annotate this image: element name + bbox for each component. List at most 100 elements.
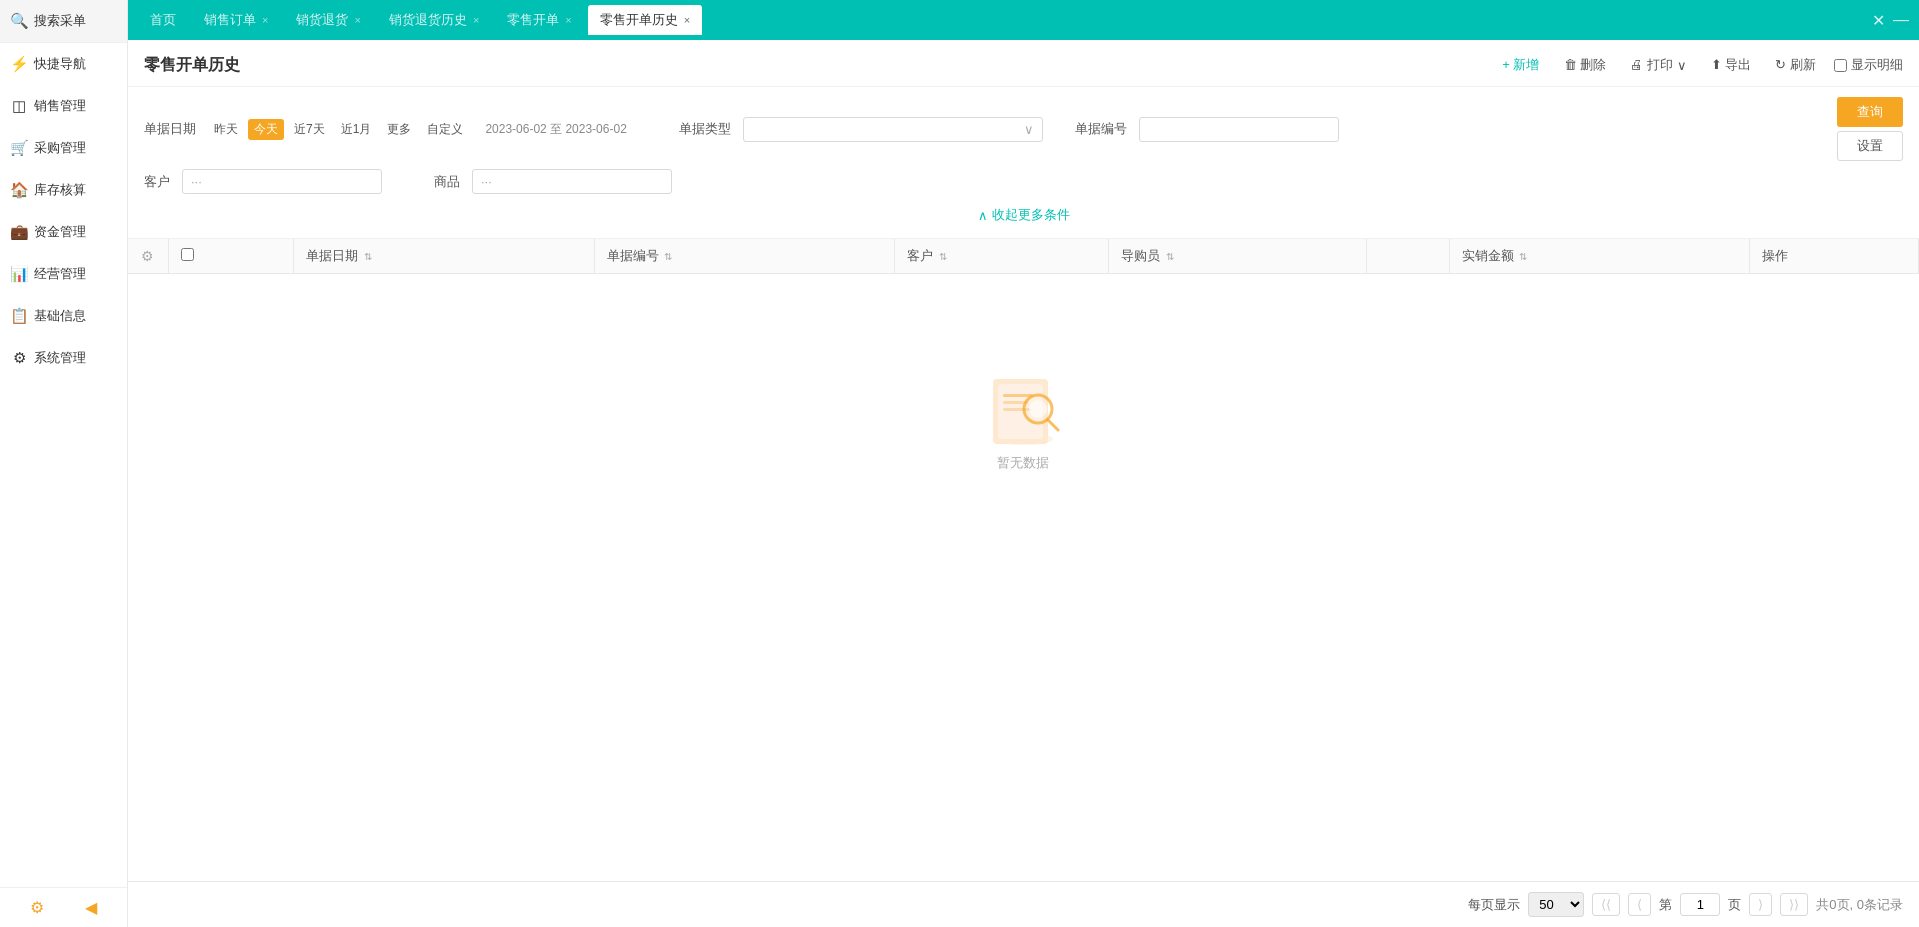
- col-salesperson-sort[interactable]: ⇅: [1166, 251, 1174, 262]
- next-page-btn[interactable]: ⟩: [1749, 893, 1772, 916]
- collapse-label: 收起更多条件: [992, 206, 1070, 224]
- query-button[interactable]: 查询: [1837, 97, 1903, 127]
- date-btn-more[interactable]: 更多: [381, 119, 417, 140]
- tab-sales-order[interactable]: 销售订单 ×: [192, 5, 280, 35]
- date-btn-custom[interactable]: 自定义: [421, 119, 469, 140]
- date-btn-today[interactable]: 今天: [248, 119, 284, 140]
- sidebar-item-label: 经营管理: [34, 265, 86, 283]
- export-button[interactable]: ⬆ 导出: [1705, 52, 1758, 78]
- goods-select[interactable]: ···: [472, 169, 672, 194]
- col-amount-label: 实销金额: [1462, 248, 1514, 263]
- col-salesperson-label: 导购员: [1121, 248, 1160, 263]
- page-number-input[interactable]: 1: [1680, 893, 1720, 916]
- customer-filter-label: 客户: [144, 173, 170, 191]
- table-body: 暂无数据: [128, 274, 1919, 553]
- date-range-text: 2023-06-02 至 2023-06-02: [485, 121, 626, 138]
- tab-retail-history[interactable]: 零售开单历史 ×: [588, 5, 702, 35]
- col-amount-sort[interactable]: ⇅: [1519, 251, 1527, 262]
- type-select[interactable]: ∨: [743, 117, 1043, 142]
- first-page-btn[interactable]: ⟨⟨: [1592, 893, 1620, 916]
- per-page-select[interactable]: 50 10 20 100: [1528, 892, 1584, 917]
- print-arrow-icon: ∨: [1677, 58, 1687, 73]
- filter-area: 单据日期 昨天 今天 近7天 近1月 更多 自定义 2023-06-02 至 2…: [128, 87, 1919, 239]
- number-filter-label: 单据编号: [1075, 120, 1127, 138]
- search-icon: 🔍: [10, 12, 28, 30]
- sidebar-item-basic-info[interactable]: 📋 基础信息: [0, 295, 127, 337]
- col-customer-label: 客户: [907, 248, 933, 263]
- select-all-checkbox[interactable]: [181, 248, 194, 261]
- tab-sales-return-history-label: 销货退货历史: [389, 11, 467, 29]
- sidebar-item-system-mgmt[interactable]: ⚙ 系统管理: [0, 337, 127, 379]
- refresh-button[interactable]: ↻ 刷新: [1769, 52, 1822, 78]
- sidebar-item-finance[interactable]: 💼 资金管理: [0, 211, 127, 253]
- col-date: 单据日期 ⇅: [294, 239, 594, 274]
- filter-collapse-btn[interactable]: ∧ 收起更多条件: [970, 202, 1078, 228]
- table-area: ⚙ 单据日期 ⇅ 单据编号 ⇅: [128, 239, 1919, 881]
- date-btn-yesterday[interactable]: 昨天: [208, 119, 244, 140]
- number-filter-input[interactable]: [1139, 117, 1339, 142]
- page-header: 零售开单历史 + 新增 🗑 删除 🖨 打印 ∨ ⬆ 导出 ↻ 刷新: [128, 40, 1919, 87]
- quick-nav-icon: ⚡: [10, 55, 28, 73]
- date-btn-last1m[interactable]: 近1月: [335, 119, 378, 140]
- sidebar-item-operations[interactable]: 📊 经营管理: [0, 253, 127, 295]
- export-button-label: ⬆ 导出: [1711, 56, 1752, 74]
- print-button[interactable]: 🖨 打印 ∨: [1624, 52, 1693, 78]
- type-filter-label: 单据类型: [679, 120, 731, 138]
- delete-button-label: 🗑 删除: [1564, 56, 1607, 74]
- tab-retail-history-close[interactable]: ×: [684, 14, 690, 26]
- sidebar-footer-collapse[interactable]: ◀: [85, 898, 97, 917]
- sidebar-item-quick-nav[interactable]: ⚡ 快捷导航: [0, 43, 127, 85]
- sidebar-item-purchase-mgmt[interactable]: 🛒 采购管理: [0, 127, 127, 169]
- pagination: 每页显示 50 10 20 100 ⟨⟨ ⟨ 第 1 页 ⟩ ⟩⟩ 共0页, 0…: [128, 881, 1919, 927]
- topbar-close-btn[interactable]: ✕: [1872, 11, 1885, 30]
- col-settings-icon[interactable]: ⚙: [141, 248, 154, 264]
- tab-sales-return[interactable]: 销货退货 ×: [284, 5, 372, 35]
- col-number: 单据编号 ⇅: [594, 239, 894, 274]
- tab-sales-return-close[interactable]: ×: [354, 14, 360, 26]
- sidebar-item-sales-mgmt[interactable]: ◫ 销售管理: [0, 85, 127, 127]
- settings-button[interactable]: 设置: [1837, 131, 1903, 161]
- add-button[interactable]: + 新增: [1496, 52, 1545, 78]
- show-detail-toggle[interactable]: 显示明细: [1834, 56, 1903, 74]
- prev-page-btn[interactable]: ⟨: [1628, 893, 1651, 916]
- sidebar-item-inventory[interactable]: 🏠 库存核算: [0, 169, 127, 211]
- tab-home[interactable]: 首页: [138, 5, 188, 35]
- show-detail-checkbox[interactable]: [1834, 59, 1847, 72]
- sidebar-item-label: 系统管理: [34, 349, 86, 367]
- tab-sales-return-history-close[interactable]: ×: [473, 14, 479, 26]
- col-action: 操作: [1749, 239, 1918, 274]
- inventory-icon: 🏠: [10, 181, 28, 199]
- tab-retail-open-label: 零售开单: [507, 11, 559, 29]
- topbar-minimize-btn[interactable]: —: [1893, 11, 1909, 29]
- svg-rect-3: [1003, 394, 1033, 397]
- svg-line-8: [1048, 420, 1058, 430]
- tab-retail-open[interactable]: 零售开单 ×: [495, 5, 583, 35]
- sidebar-footer-settings[interactable]: ⚙: [30, 898, 44, 917]
- topbar-right: ✕ —: [1872, 11, 1909, 30]
- sidebar-item-label: 基础信息: [34, 307, 86, 325]
- system-icon: ⚙: [10, 349, 28, 367]
- tab-sales-return-history[interactable]: 销货退货历史 ×: [377, 5, 491, 35]
- page-content: 零售开单历史 + 新增 🗑 删除 🖨 打印 ∨ ⬆ 导出 ↻ 刷新: [128, 40, 1919, 927]
- finance-icon: 💼: [10, 223, 28, 241]
- col-date-sort[interactable]: ⇅: [364, 251, 372, 262]
- sidebar-search[interactable]: 🔍 搜索采单: [0, 0, 127, 43]
- operations-icon: 📊: [10, 265, 28, 283]
- tab-sales-order-label: 销售订单: [204, 11, 256, 29]
- col-customer-sort[interactable]: ⇅: [939, 251, 947, 262]
- last-page-btn[interactable]: ⟩⟩: [1780, 893, 1808, 916]
- sidebar-search-label: 搜索采单: [34, 12, 86, 30]
- collapse-icon: ∧: [978, 208, 988, 223]
- tab-sales-order-close[interactable]: ×: [262, 14, 268, 26]
- delete-button[interactable]: 🗑 删除: [1558, 52, 1613, 78]
- topbar: 首页 销售订单 × 销货退货 × 销货退货历史 × 零售开单 × 零售开单历史 …: [128, 0, 1919, 40]
- col-salesperson: 导购员 ⇅: [1109, 239, 1366, 274]
- tab-home-label: 首页: [150, 11, 176, 29]
- customer-select-dots: ···: [191, 174, 202, 189]
- date-btn-last7[interactable]: 近7天: [288, 119, 331, 140]
- page-suffix-label: 页: [1728, 896, 1741, 914]
- tab-retail-open-close[interactable]: ×: [565, 14, 571, 26]
- customer-select[interactable]: ···: [182, 169, 382, 194]
- col-number-sort[interactable]: ⇅: [664, 251, 672, 262]
- show-detail-label: 显示明细: [1851, 56, 1903, 74]
